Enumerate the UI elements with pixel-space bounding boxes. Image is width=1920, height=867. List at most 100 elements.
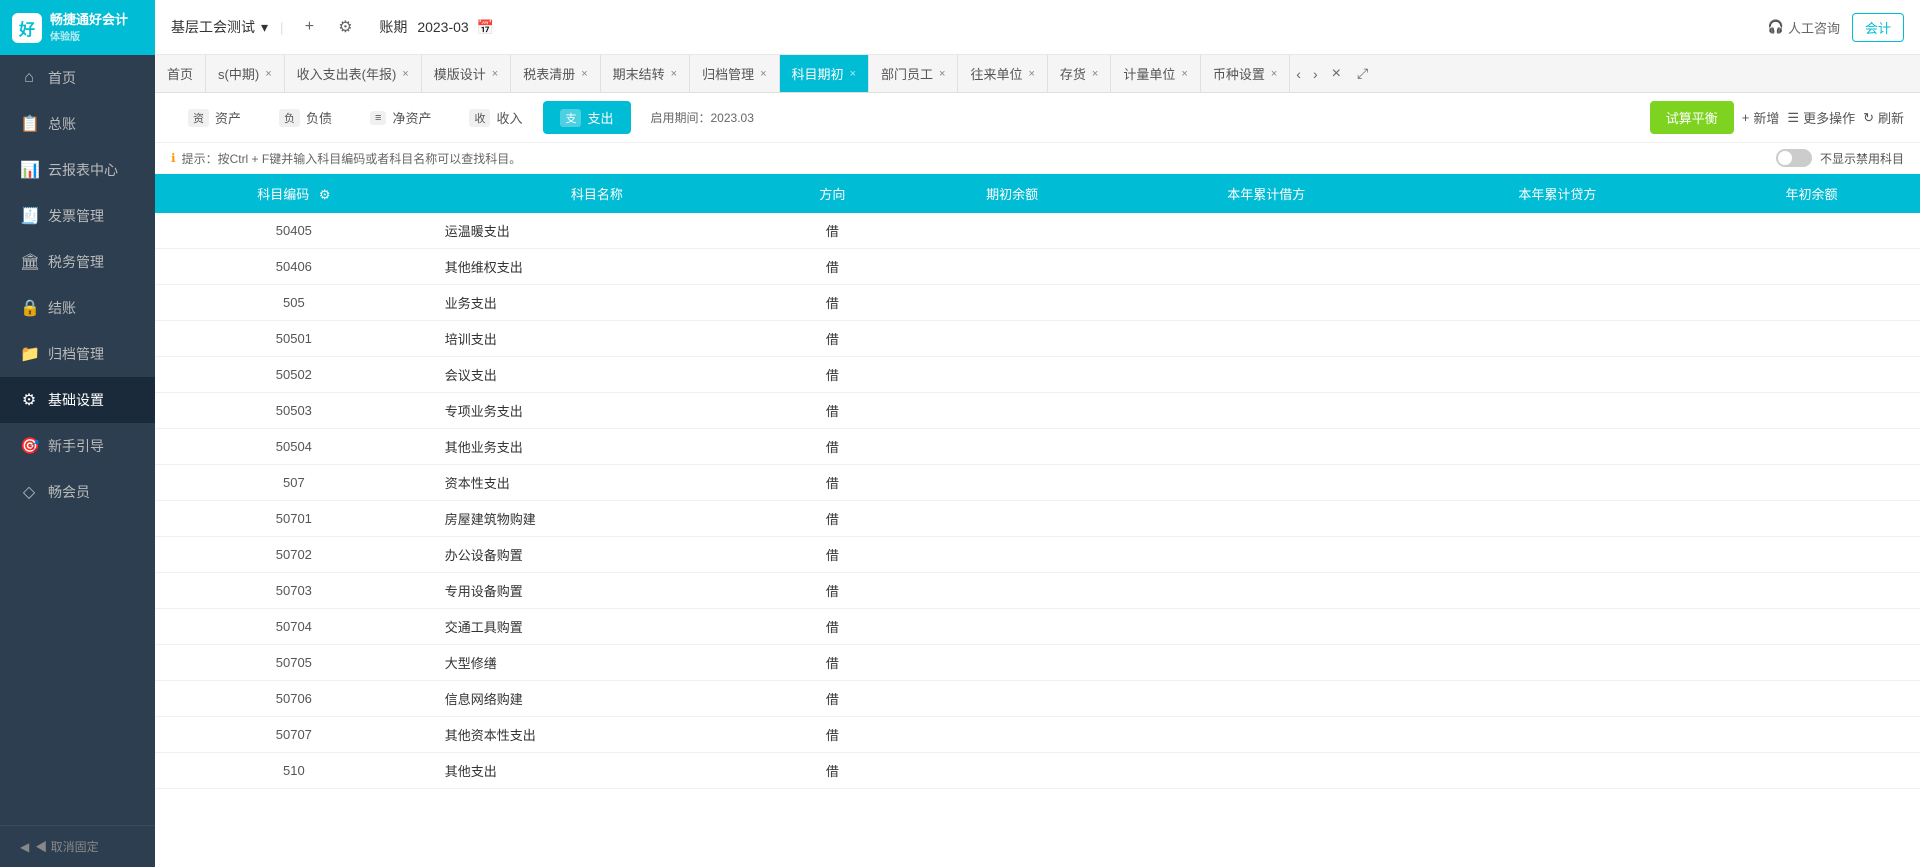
cell-ytd-debit bbox=[1121, 285, 1412, 321]
table-row[interactable]: 50703 专用设备购置 借 bbox=[155, 573, 1920, 609]
calendar-icon[interactable]: 📅 bbox=[477, 19, 494, 35]
period-value: 2023-03 bbox=[417, 19, 468, 35]
cell-ytd-credit bbox=[1412, 213, 1703, 249]
tab-dept-close-icon[interactable]: × bbox=[939, 68, 945, 80]
table-row[interactable]: 50702 办公设备购置 借 bbox=[155, 537, 1920, 573]
tab-close-all-button[interactable]: × bbox=[1324, 55, 1349, 92]
sidebar-logo: 好 畅捷通好会计 体验版 bbox=[0, 0, 155, 55]
tab-unit[interactable]: 计量单位 × bbox=[1111, 55, 1200, 92]
sidebar-item-reports[interactable]: 📊 云报表中心 bbox=[0, 147, 155, 193]
topbar-actions: + ⚙ bbox=[295, 13, 359, 41]
tab-partner[interactable]: 往来单位 × bbox=[958, 55, 1047, 92]
more-button[interactable]: ☰ 更多操作 bbox=[1787, 108, 1855, 127]
tab-dept-label: 部门员工 bbox=[881, 64, 933, 83]
table-row[interactable]: 50504 其他业务支出 借 bbox=[155, 429, 1920, 465]
cell-direction: 借 bbox=[761, 681, 904, 717]
project-selector[interactable]: 基层工会测试 ▾ bbox=[171, 17, 268, 37]
settings-button[interactable]: ⚙ bbox=[331, 13, 359, 41]
cell-name: 培训支出 bbox=[433, 321, 761, 357]
tab-taxbook-close-icon[interactable]: × bbox=[581, 68, 587, 80]
tab-period-end-label: 期末结转 bbox=[613, 64, 665, 83]
table-row[interactable]: 50502 会议支出 借 bbox=[155, 357, 1920, 393]
table-row[interactable]: 507 资本性支出 借 bbox=[155, 465, 1920, 501]
tab-archive[interactable]: 归档管理 × bbox=[690, 55, 779, 92]
add-button[interactable]: + 新增 bbox=[1742, 108, 1780, 127]
table-row[interactable]: 50701 房屋建筑物购建 借 bbox=[155, 501, 1920, 537]
tab-income-close-icon[interactable]: × bbox=[402, 68, 408, 80]
tab-dept[interactable]: 部门员工 × bbox=[869, 55, 958, 92]
toggle-switch[interactable] bbox=[1776, 149, 1812, 167]
tab-period-end[interactable]: 期末结转 × bbox=[601, 55, 690, 92]
sidebar-collapse-button[interactable]: ◀ ◀ 取消固定 bbox=[0, 825, 155, 867]
table-row[interactable]: 50405 运温暖支出 借 bbox=[155, 213, 1920, 249]
cell-code: 50406 bbox=[155, 249, 433, 285]
cell-opening bbox=[904, 753, 1121, 789]
tab-currency-label: 币种设置 bbox=[1213, 64, 1265, 83]
tab-taxbook[interactable]: 税表清册 × bbox=[511, 55, 600, 92]
tab-trial-close-icon[interactable]: × bbox=[265, 68, 271, 80]
sidebar-item-home[interactable]: ⌂ 首页 bbox=[0, 55, 155, 101]
tab-expand-button[interactable]: ⤢ bbox=[1349, 55, 1376, 92]
table-row[interactable]: 50704 交通工具购置 借 bbox=[155, 609, 1920, 645]
table-row[interactable]: 50707 其他资本性支出 借 bbox=[155, 717, 1920, 753]
cell-code: 50702 bbox=[155, 537, 433, 573]
tab-subject-init[interactable]: 科目期初 × bbox=[780, 55, 869, 92]
account-button[interactable]: 会计 bbox=[1852, 13, 1904, 42]
sidebar-item-ledger[interactable]: 📋 总账 bbox=[0, 101, 155, 147]
tab-subject-init-close-icon[interactable]: × bbox=[850, 68, 856, 80]
support-icon: 🎧 bbox=[1768, 19, 1784, 35]
sidebar-item-tax[interactable]: 🏛 税务管理 bbox=[0, 239, 155, 285]
tab-next-button[interactable]: › bbox=[1307, 55, 1324, 92]
col-settings-icon[interactable]: ⚙ bbox=[319, 187, 331, 202]
calc-balance-button[interactable]: 试算平衡 bbox=[1650, 101, 1734, 134]
logo-sub: 体验版 bbox=[50, 28, 128, 43]
subtab-income[interactable]: 收 收入 bbox=[452, 101, 539, 134]
sidebar-item-invoice[interactable]: 🧾 发票管理 bbox=[0, 193, 155, 239]
table-row[interactable]: 50501 培训支出 借 bbox=[155, 321, 1920, 357]
cell-code: 50504 bbox=[155, 429, 433, 465]
tab-trial[interactable]: s(中期) × bbox=[206, 55, 285, 92]
tab-income[interactable]: 收入支出表(年报) × bbox=[285, 55, 422, 92]
support-button[interactable]: 🎧 人工咨询 bbox=[1768, 18, 1840, 37]
tab-home[interactable]: 首页 bbox=[155, 55, 206, 92]
tab-inventory-close-icon[interactable]: × bbox=[1092, 68, 1098, 80]
table-row[interactable]: 50705 大型修缮 借 bbox=[155, 645, 1920, 681]
sidebar-item-archive[interactable]: 📁 归档管理 bbox=[0, 331, 155, 377]
cell-name: 其他业务支出 bbox=[433, 429, 761, 465]
cell-ytd-credit bbox=[1412, 357, 1703, 393]
table-row[interactable]: 50706 信息网络购建 借 bbox=[155, 681, 1920, 717]
cell-direction: 借 bbox=[761, 393, 904, 429]
subtab-assets[interactable]: 资 资产 bbox=[171, 101, 258, 134]
tab-inventory[interactable]: 存货 × bbox=[1048, 55, 1111, 92]
tab-template-close-icon[interactable]: × bbox=[492, 68, 498, 80]
cell-year-opening bbox=[1703, 249, 1920, 285]
table-row[interactable]: 50503 专项业务支出 借 bbox=[155, 393, 1920, 429]
subtab-liabilities[interactable]: 负 负债 bbox=[262, 101, 349, 134]
subtab-expenditure[interactable]: 支 支出 bbox=[543, 101, 630, 134]
refresh-button[interactable]: ↻ 刷新 bbox=[1863, 108, 1904, 127]
tab-period-end-close-icon[interactable]: × bbox=[671, 68, 677, 80]
sidebar-item-member[interactable]: ◇ 畅会员 bbox=[0, 469, 155, 515]
sidebar-item-guide[interactable]: 🎯 新手引导 bbox=[0, 423, 155, 469]
tab-archive-close-icon[interactable]: × bbox=[760, 68, 766, 80]
tab-currency-close-icon[interactable]: × bbox=[1271, 68, 1277, 80]
tab-unit-close-icon[interactable]: × bbox=[1181, 68, 1187, 80]
sidebar-item-settings[interactable]: ⚙ 基础设置 bbox=[0, 377, 155, 423]
table-row[interactable]: 510 其他支出 借 bbox=[155, 753, 1920, 789]
tab-partner-close-icon[interactable]: × bbox=[1028, 68, 1034, 80]
cell-ytd-debit bbox=[1121, 681, 1412, 717]
add-project-button[interactable]: + bbox=[295, 13, 323, 41]
sidebar-item-close[interactable]: 🔒 结账 bbox=[0, 285, 155, 331]
tab-prev-button[interactable]: ‹ bbox=[1290, 55, 1307, 92]
subtab-netassets[interactable]: ≡ 净资产 bbox=[353, 101, 448, 134]
tab-template[interactable]: 模版设计 × bbox=[422, 55, 511, 92]
table-row[interactable]: 50406 其他维权支出 借 bbox=[155, 249, 1920, 285]
cell-opening bbox=[904, 213, 1121, 249]
cell-code: 50705 bbox=[155, 645, 433, 681]
tab-currency[interactable]: 币种设置 × bbox=[1201, 55, 1290, 92]
sidebar-item-settings-label: 基础设置 bbox=[48, 390, 104, 410]
cell-ytd-debit bbox=[1121, 249, 1412, 285]
cell-opening bbox=[904, 645, 1121, 681]
table-row[interactable]: 505 业务支出 借 bbox=[155, 285, 1920, 321]
cell-ytd-debit bbox=[1121, 537, 1412, 573]
